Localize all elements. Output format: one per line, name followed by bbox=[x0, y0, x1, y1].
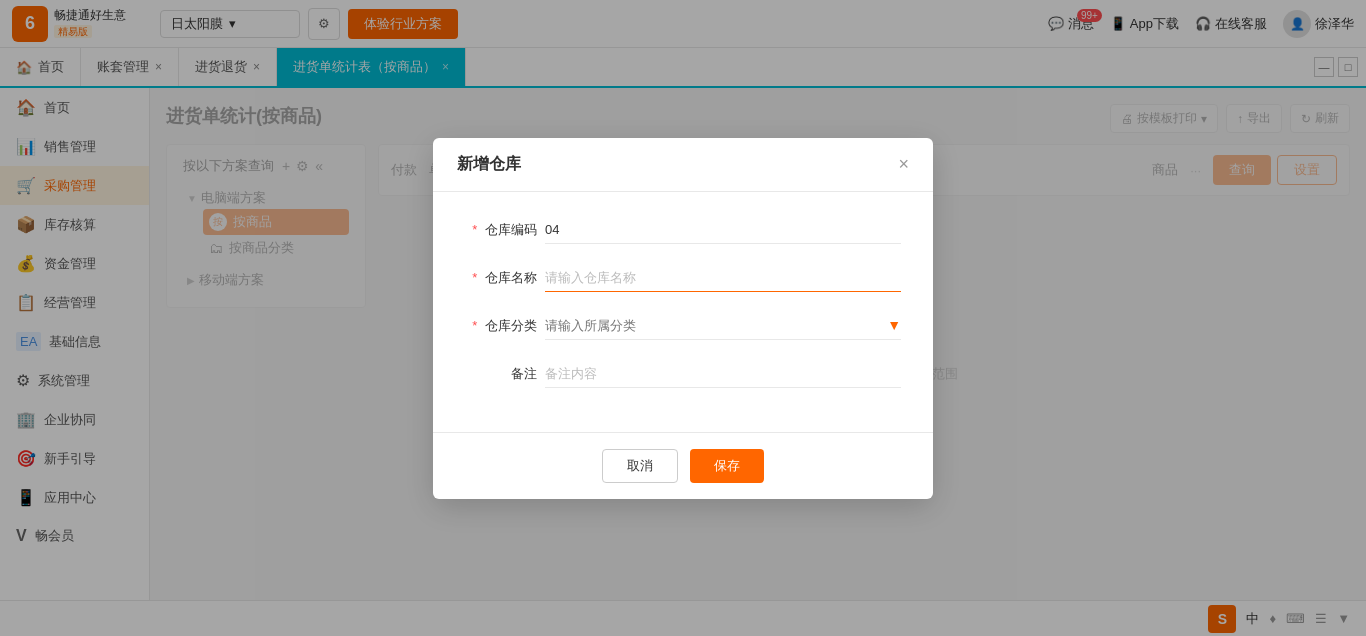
category-select-row: ▼ bbox=[545, 312, 901, 340]
form-row-remark: 备注 bbox=[465, 360, 901, 388]
code-input[interactable] bbox=[545, 216, 901, 244]
dialog-header: 新增仓库 × bbox=[433, 138, 933, 192]
dialog-footer: 取消 保存 bbox=[433, 432, 933, 499]
remark-label-text: 备注 bbox=[511, 366, 537, 381]
form-row-code: * 仓库编码 bbox=[465, 216, 901, 244]
save-button[interactable]: 保存 bbox=[690, 449, 764, 483]
category-required-star: * bbox=[472, 318, 477, 333]
remark-label: 备注 bbox=[465, 365, 545, 383]
name-input[interactable] bbox=[545, 264, 901, 292]
dialog-close-button[interactable]: × bbox=[898, 155, 909, 173]
dialog-overlay: 新增仓库 × * 仓库编码 * 仓库名称 bbox=[0, 0, 1366, 636]
code-label-text: 仓库编码 bbox=[485, 222, 537, 237]
remark-input[interactable] bbox=[545, 360, 901, 388]
form-row-name: * 仓库名称 bbox=[465, 264, 901, 292]
dialog-body: * 仓库编码 * 仓库名称 * 仓库分类 bbox=[433, 192, 933, 432]
dialog-title: 新增仓库 bbox=[457, 154, 521, 175]
name-label-text: 仓库名称 bbox=[485, 270, 537, 285]
name-label: * 仓库名称 bbox=[465, 269, 545, 287]
category-label: * 仓库分类 bbox=[465, 317, 545, 335]
add-warehouse-dialog: 新增仓库 × * 仓库编码 * 仓库名称 bbox=[433, 138, 933, 499]
category-dropdown-icon[interactable]: ▼ bbox=[887, 317, 901, 333]
code-required-star: * bbox=[472, 222, 477, 237]
code-label: * 仓库编码 bbox=[465, 221, 545, 239]
form-row-category: * 仓库分类 ▼ bbox=[465, 312, 901, 340]
category-input[interactable] bbox=[545, 312, 887, 339]
category-label-text: 仓库分类 bbox=[485, 318, 537, 333]
name-required-star: * bbox=[472, 270, 477, 285]
cancel-button[interactable]: 取消 bbox=[602, 449, 678, 483]
